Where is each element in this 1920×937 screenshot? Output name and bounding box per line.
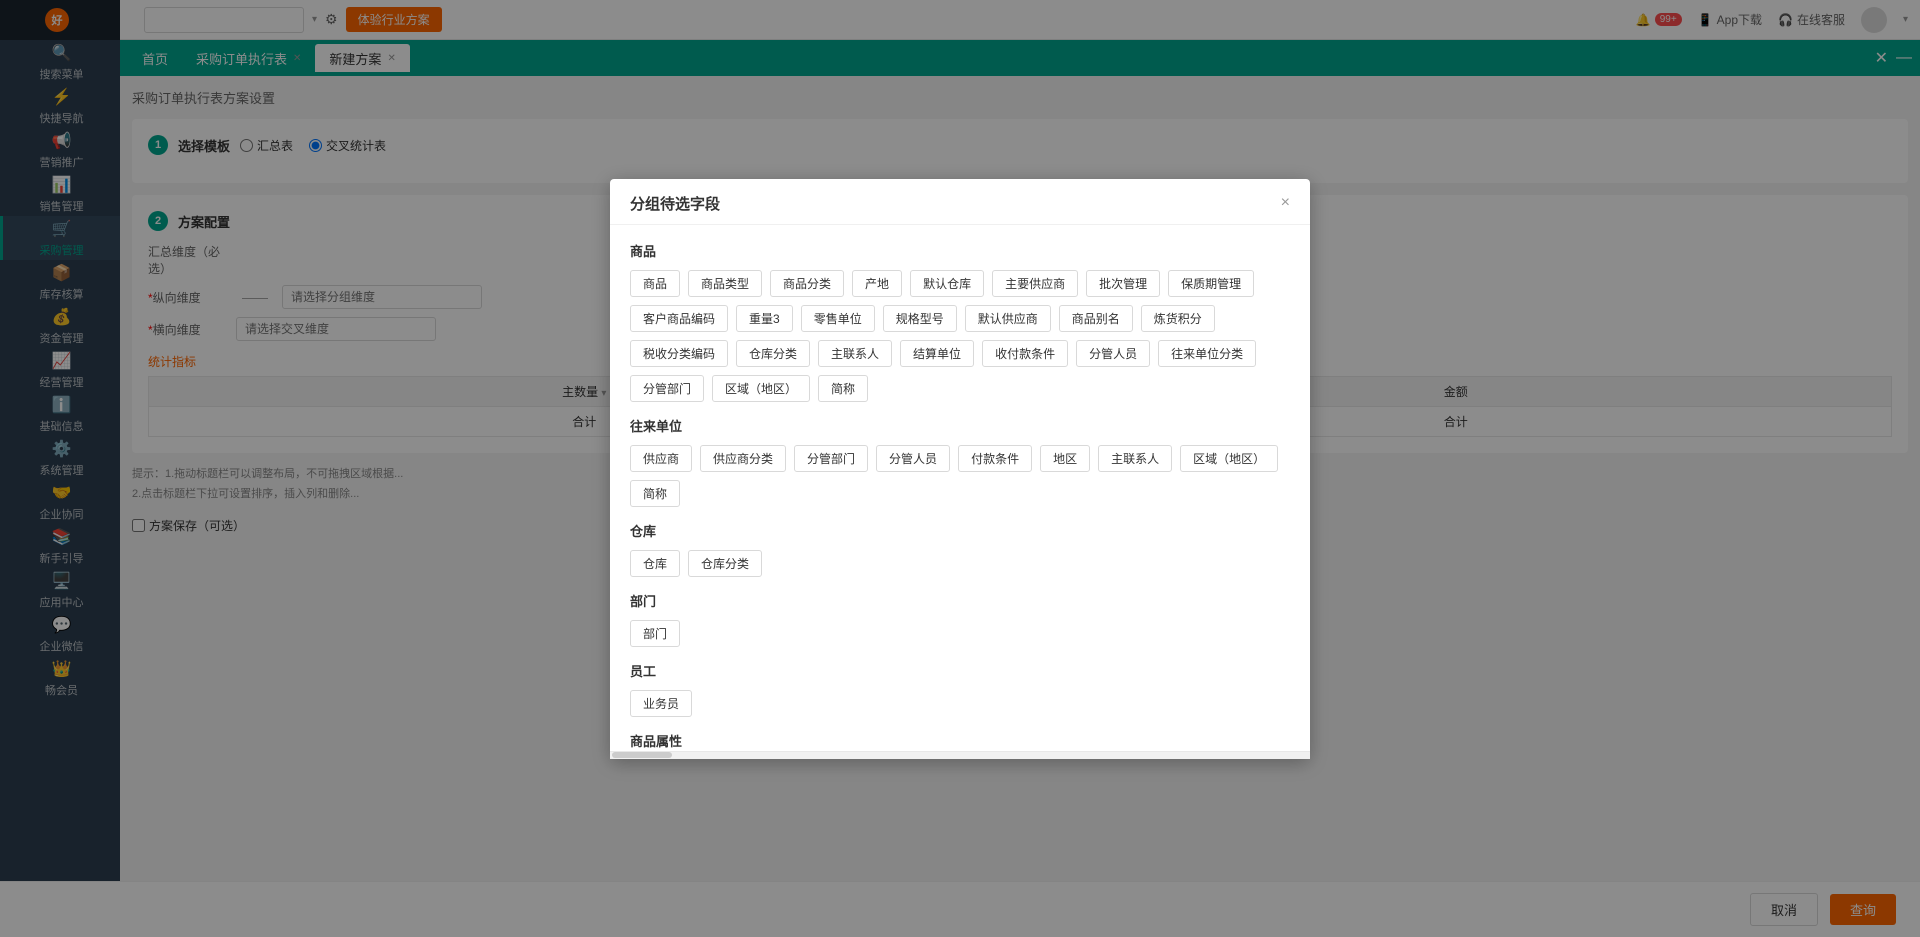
section-title-2: 仓库 (630, 521, 1290, 540)
section-tags-4: 业务员 (630, 690, 1290, 717)
section-title-4: 员工 (630, 661, 1290, 680)
scrollbar-thumb[interactable] (612, 752, 672, 758)
tag-0-17[interactable]: 主联系人 (818, 340, 892, 367)
tag-1-8[interactable]: 简称 (630, 480, 680, 507)
modal-body[interactable]: 商品商品商品类型商品分类产地默认仓库主要供应商批次管理保质期管理客户商品编码重量… (610, 225, 1310, 752)
tag-0-9[interactable]: 重量3 (736, 305, 793, 332)
tag-1-5[interactable]: 地区 (1040, 445, 1090, 472)
tag-0-5[interactable]: 主要供应商 (992, 270, 1078, 297)
tag-4-0[interactable]: 业务员 (630, 690, 692, 717)
tag-0-23[interactable]: 区域（地区） (712, 375, 810, 402)
tag-0-18[interactable]: 结算单位 (900, 340, 974, 367)
tag-0-21[interactable]: 往来单位分类 (1158, 340, 1256, 367)
tag-1-2[interactable]: 分管部门 (794, 445, 868, 472)
tag-1-4[interactable]: 付款条件 (958, 445, 1032, 472)
tag-1-6[interactable]: 主联系人 (1098, 445, 1172, 472)
modal-header: 分组待选字段 × (610, 179, 1310, 225)
section-tags-1: 供应商供应商分类分管部门分管人员付款条件地区主联系人区域（地区） 简称 (630, 445, 1290, 507)
tag-0-7[interactable]: 保质期管理 (1168, 270, 1254, 297)
tag-0-12[interactable]: 默认供应商 (965, 305, 1051, 332)
tag-1-3[interactable]: 分管人员 (876, 445, 950, 472)
modal-horizontal-scrollbar[interactable] (610, 751, 1310, 758)
tag-3-0[interactable]: 部门 (630, 620, 680, 647)
tag-0-14[interactable]: 炼货积分 (1141, 305, 1215, 332)
tag-0-19[interactable]: 收付款条件 (982, 340, 1068, 367)
section-title-1: 往来单位 (630, 416, 1290, 435)
section-tags-0: 商品商品类型商品分类产地默认仓库主要供应商批次管理保质期管理客户商品编码重量3 零… (630, 270, 1290, 402)
tag-0-16[interactable]: 仓库分类 (736, 340, 810, 367)
tag-0-24[interactable]: 简称 (818, 375, 868, 402)
tag-0-13[interactable]: 商品别名 (1059, 305, 1133, 332)
tag-1-1[interactable]: 供应商分类 (700, 445, 786, 472)
tag-0-3[interactable]: 产地 (852, 270, 902, 297)
modal-overlay: 分组待选字段 × 商品商品商品类型商品分类产地默认仓库主要供应商批次管理保质期管… (0, 0, 1920, 937)
tag-1-7[interactable]: 区域（地区） (1180, 445, 1278, 472)
section-tags-2: 仓库仓库分类 (630, 550, 1290, 577)
modal-title: 分组待选字段 (630, 193, 720, 214)
section-title-3: 部门 (630, 591, 1290, 610)
section-title-5: 商品属性 (630, 731, 1290, 750)
tag-0-4[interactable]: 默认仓库 (910, 270, 984, 297)
tag-0-10[interactable]: 零售单位 (801, 305, 875, 332)
tag-0-0[interactable]: 商品 (630, 270, 680, 297)
tag-0-22[interactable]: 分管部门 (630, 375, 704, 402)
tag-0-20[interactable]: 分管人员 (1076, 340, 1150, 367)
section-title-0: 商品 (630, 241, 1290, 260)
tag-2-1[interactable]: 仓库分类 (688, 550, 762, 577)
tag-0-11[interactable]: 规格型号 (883, 305, 957, 332)
section-tags-3: 部门 (630, 620, 1290, 647)
field-select-modal: 分组待选字段 × 商品商品商品类型商品分类产地默认仓库主要供应商批次管理保质期管… (610, 179, 1310, 759)
tag-0-2[interactable]: 商品分类 (770, 270, 844, 297)
tag-2-0[interactable]: 仓库 (630, 550, 680, 577)
tag-0-6[interactable]: 批次管理 (1086, 270, 1160, 297)
tag-0-15[interactable]: 税收分类编码 (630, 340, 728, 367)
modal-close-button[interactable]: × (1281, 195, 1290, 211)
tag-1-0[interactable]: 供应商 (630, 445, 692, 472)
tag-0-1[interactable]: 商品类型 (688, 270, 762, 297)
tag-0-8[interactable]: 客户商品编码 (630, 305, 728, 332)
